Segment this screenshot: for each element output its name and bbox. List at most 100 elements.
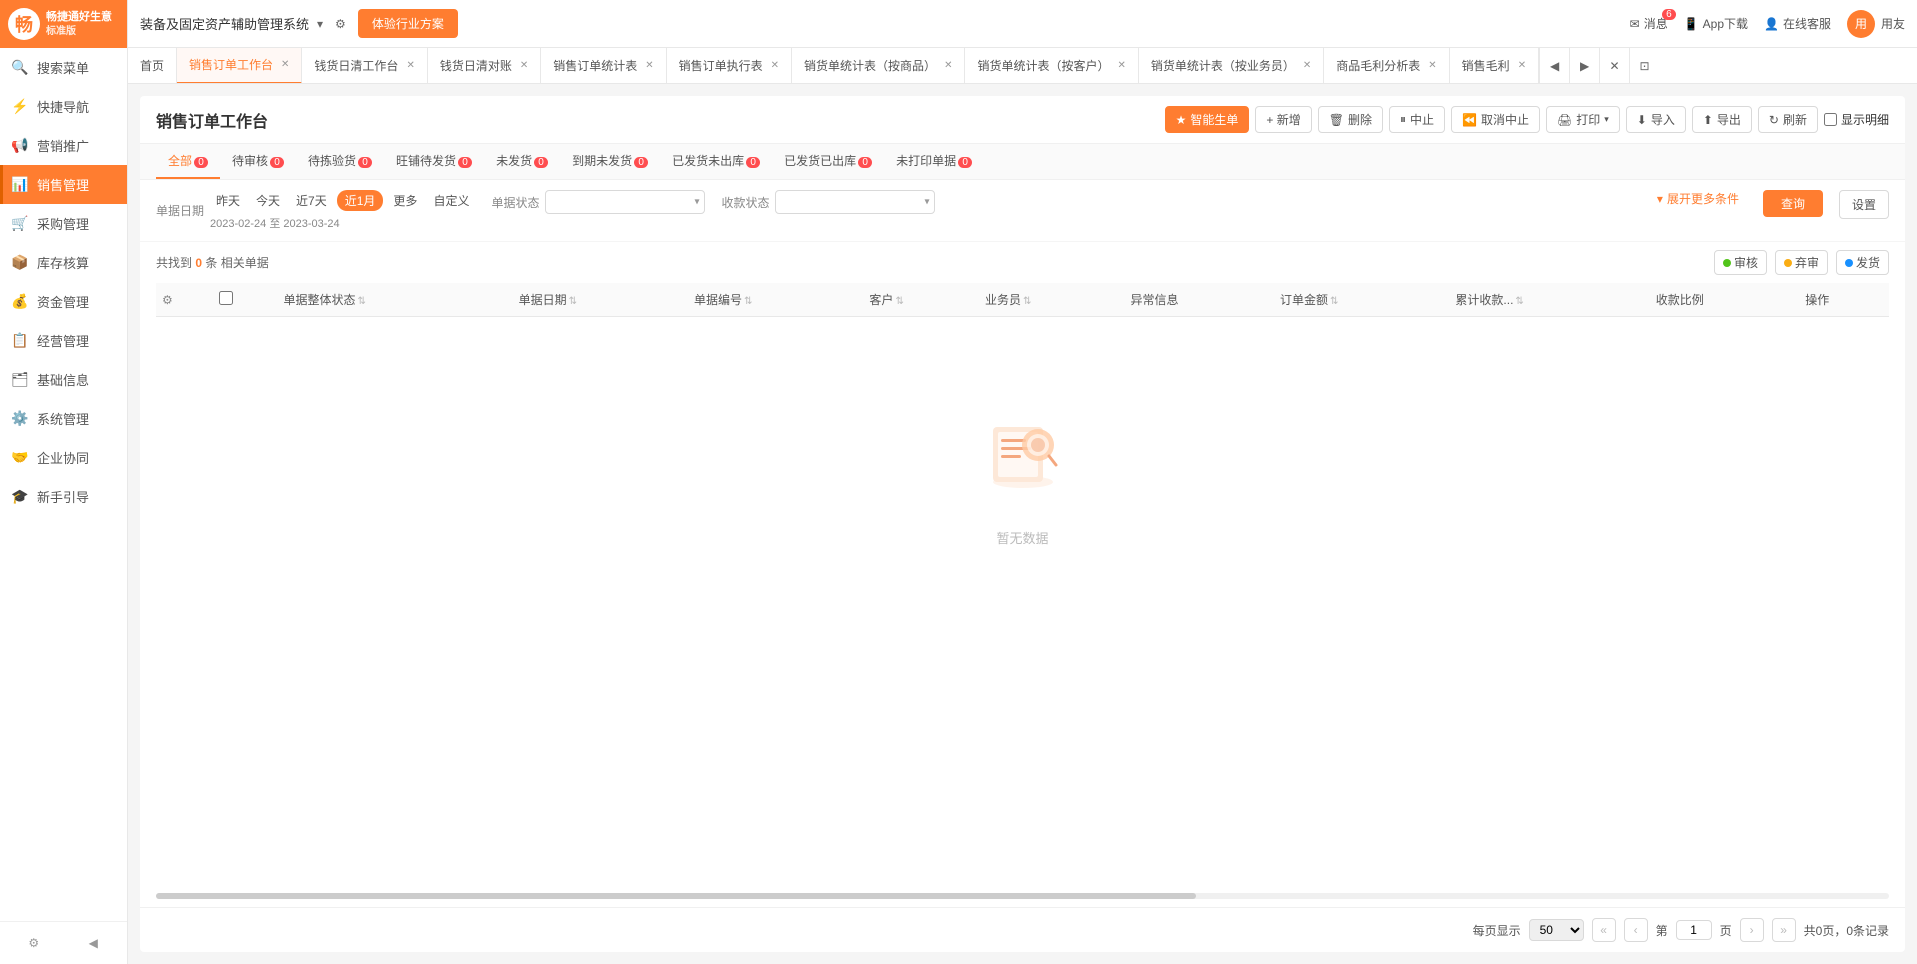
pagination-prev-btn[interactable]: ‹: [1624, 918, 1648, 942]
tab-close-margin-analysis[interactable]: ✕: [1428, 60, 1436, 71]
sidebar-item-search[interactable]: 🔍 搜索菜单: [0, 48, 127, 87]
export-btn[interactable]: ⬆ 导出: [1692, 106, 1752, 133]
col-header-date[interactable]: 单据日期⇅: [513, 283, 688, 317]
tab-cash-daily[interactable]: 钱货日清工作台✕: [302, 48, 427, 84]
page-input[interactable]: [1676, 920, 1712, 940]
pagination-first-btn[interactable]: «: [1592, 918, 1616, 942]
cancel-suspend-btn[interactable]: ⏪ 取消中止: [1451, 106, 1540, 133]
tab-close-sales-staff[interactable]: ✕: [1303, 60, 1311, 71]
tab-close-sales-exec[interactable]: ✕: [771, 60, 779, 71]
settings-btn[interactable]: 设置: [1839, 190, 1889, 219]
messages-btn[interactable]: ✉ 6 消息: [1630, 15, 1668, 32]
tab-sales-staff[interactable]: 销货单统计表（按业务员）✕: [1139, 48, 1324, 84]
sidebar-item-base-info[interactable]: 🗂 基础信息: [0, 360, 127, 399]
col-settings-icon[interactable]: ⚙: [162, 293, 173, 307]
review-btn[interactable]: 审核: [1714, 250, 1767, 275]
tab-next-btn[interactable]: ▶: [1569, 48, 1599, 84]
sidebar-item-marketing[interactable]: 📢 营销推广: [0, 126, 127, 165]
app-download-btn[interactable]: 📱 App下载: [1684, 15, 1748, 32]
tab-prev-btn[interactable]: ◀: [1539, 48, 1569, 84]
main-area: 装备及固定资产辅助管理系统 ▾ ⚙ 体验行业方案 ✉ 6 消息 📱 App下载 …: [128, 0, 1917, 964]
sidebar-collapse-btn[interactable]: ◀: [68, 930, 120, 956]
col-header-staff[interactable]: 业务员⇅: [979, 283, 1125, 317]
sidebar-item-system[interactable]: ⚙️ 系统管理: [0, 399, 127, 438]
sidebar-item-guide[interactable]: 🎓 新手引导: [0, 477, 127, 516]
print-btn[interactable]: 🖨 打印 ▾: [1546, 106, 1620, 133]
ship-btn[interactable]: 发货: [1836, 250, 1889, 275]
show-detail-checkbox[interactable]: [1824, 113, 1837, 126]
add-btn[interactable]: + 新增: [1255, 106, 1311, 133]
date-btn-自定义[interactable]: 自定义: [427, 190, 475, 211]
show-detail-label[interactable]: 显示明细: [1824, 111, 1889, 128]
sidebar-item-quick-nav[interactable]: ⚡ 快捷导航: [0, 87, 127, 126]
online-service-btn[interactable]: 👤 在线客服: [1764, 15, 1831, 32]
select-all-checkbox[interactable]: [219, 291, 233, 305]
date-btn-今天[interactable]: 今天: [250, 190, 286, 211]
subtab-shipped-not-in[interactable]: 已发货未出库0: [660, 144, 772, 179]
status-select[interactable]: [545, 190, 705, 214]
sidebar-item-inventory[interactable]: 📦 库存核算: [0, 243, 127, 282]
col-header-number[interactable]: 单据编号⇅: [688, 283, 863, 317]
import-btn[interactable]: ⬇ 导入: [1626, 106, 1686, 133]
col-header-amount[interactable]: 订单金额⇅: [1274, 283, 1449, 317]
subtab-all[interactable]: 全部0: [156, 144, 220, 179]
tab-close-sales-profit[interactable]: ✕: [1518, 60, 1526, 71]
col-header-customer[interactable]: 客户⇅: [863, 283, 979, 317]
tab-cash-reconcile[interactable]: 钱货日清对账✕: [428, 48, 541, 84]
subtab-wangpu-pending[interactable]: 旺铺待发货0: [384, 144, 484, 179]
payment-select[interactable]: [775, 190, 935, 214]
sidebar-item-operations[interactable]: 📋 经营管理: [0, 321, 127, 360]
download-icon: 📱: [1684, 17, 1699, 31]
subtab-shipped-out[interactable]: 已发货已出库0: [772, 144, 884, 179]
tab-sales-customer[interactable]: 销货单统计表（按客户）✕: [965, 48, 1138, 84]
date-btn-近7天[interactable]: 近7天: [290, 190, 333, 211]
sidebar-item-sales[interactable]: 📊 销售管理: [0, 165, 127, 204]
date-btn-更多[interactable]: 更多: [387, 190, 423, 211]
pagination-next-btn[interactable]: ›: [1740, 918, 1764, 942]
tab-sales-profit[interactable]: 销售毛利✕: [1450, 48, 1539, 84]
tab-close-sales-workbench[interactable]: ✕: [281, 59, 289, 70]
col-header-status[interactable]: 单据整体状态⇅: [277, 283, 512, 317]
sidebar-item-enterprise[interactable]: 🤝 企业协同: [0, 438, 127, 477]
dropdown-arrow-icon: ▾: [317, 17, 323, 31]
refresh-btn[interactable]: ↻ 刷新: [1758, 106, 1818, 133]
pagination-last-btn[interactable]: »: [1772, 918, 1796, 942]
tab-close-cash-reconcile[interactable]: ✕: [520, 60, 528, 71]
tab-home[interactable]: 首页: [128, 48, 177, 84]
tab-close-cash-daily[interactable]: ✕: [406, 60, 414, 71]
sidebar-item-finance[interactable]: 💰 资金管理: [0, 282, 127, 321]
subtab-expired-not-shipped[interactable]: 到期未发货0: [560, 144, 660, 179]
system-dropdown[interactable]: ▾: [317, 17, 323, 31]
delete-btn[interactable]: 🗑 删除: [1318, 106, 1383, 133]
smart-create-btn[interactable]: ★ 智能生单: [1165, 106, 1250, 133]
tab-close-sales-product[interactable]: ✕: [944, 60, 952, 71]
per-page-select[interactable]: 102050100: [1529, 919, 1584, 941]
tab-sales-exec[interactable]: 销售订单执行表✕: [667, 48, 792, 84]
tab-margin-analysis[interactable]: 商品毛利分析表✕: [1324, 48, 1449, 84]
subtab-pending-inspect[interactable]: 待拣验货0: [296, 144, 384, 179]
tab-close-sales-customer[interactable]: ✕: [1117, 60, 1125, 71]
tab-maximize-btn[interactable]: ⊡: [1629, 48, 1659, 84]
hscroll-thumb[interactable]: [156, 893, 1196, 899]
query-btn[interactable]: 查询: [1763, 190, 1823, 217]
subtab-not-printed[interactable]: 未打印单据0: [884, 144, 984, 179]
cancel-review-btn[interactable]: 弃审: [1775, 250, 1828, 275]
suspend-btn[interactable]: ⏸ 中止: [1389, 106, 1445, 133]
tab-sales-product[interactable]: 销货单统计表（按商品）✕: [792, 48, 965, 84]
topbar-settings-btn[interactable]: ⚙: [331, 13, 350, 35]
date-btn-昨天[interactable]: 昨天: [210, 190, 246, 211]
sidebar-item-purchase[interactable]: 🛒 采购管理: [0, 204, 127, 243]
user-info[interactable]: 用 用友: [1847, 10, 1905, 38]
tab-close-all-btn[interactable]: ✕: [1599, 48, 1629, 84]
subtab-not-shipped[interactable]: 未发货0: [484, 144, 560, 179]
sidebar-settings-btn[interactable]: ⚙: [8, 930, 60, 956]
tab-close-sales-stats[interactable]: ✕: [645, 60, 653, 71]
industry-solution-btn[interactable]: 体验行业方案: [358, 9, 458, 38]
col-header-collected[interactable]: 累计收款...⇅: [1449, 283, 1649, 317]
tab-sales-stats[interactable]: 销售订单统计表✕: [541, 48, 666, 84]
subtab-pending-review[interactable]: 待审核0: [220, 144, 296, 179]
date-btn-近1月[interactable]: 近1月: [337, 190, 384, 211]
tab-sales-workbench[interactable]: 销售订单工作台✕: [177, 48, 302, 84]
expand-more-btn[interactable]: ▾ 展开更多条件: [1657, 190, 1739, 207]
ship-dot: [1845, 259, 1853, 267]
